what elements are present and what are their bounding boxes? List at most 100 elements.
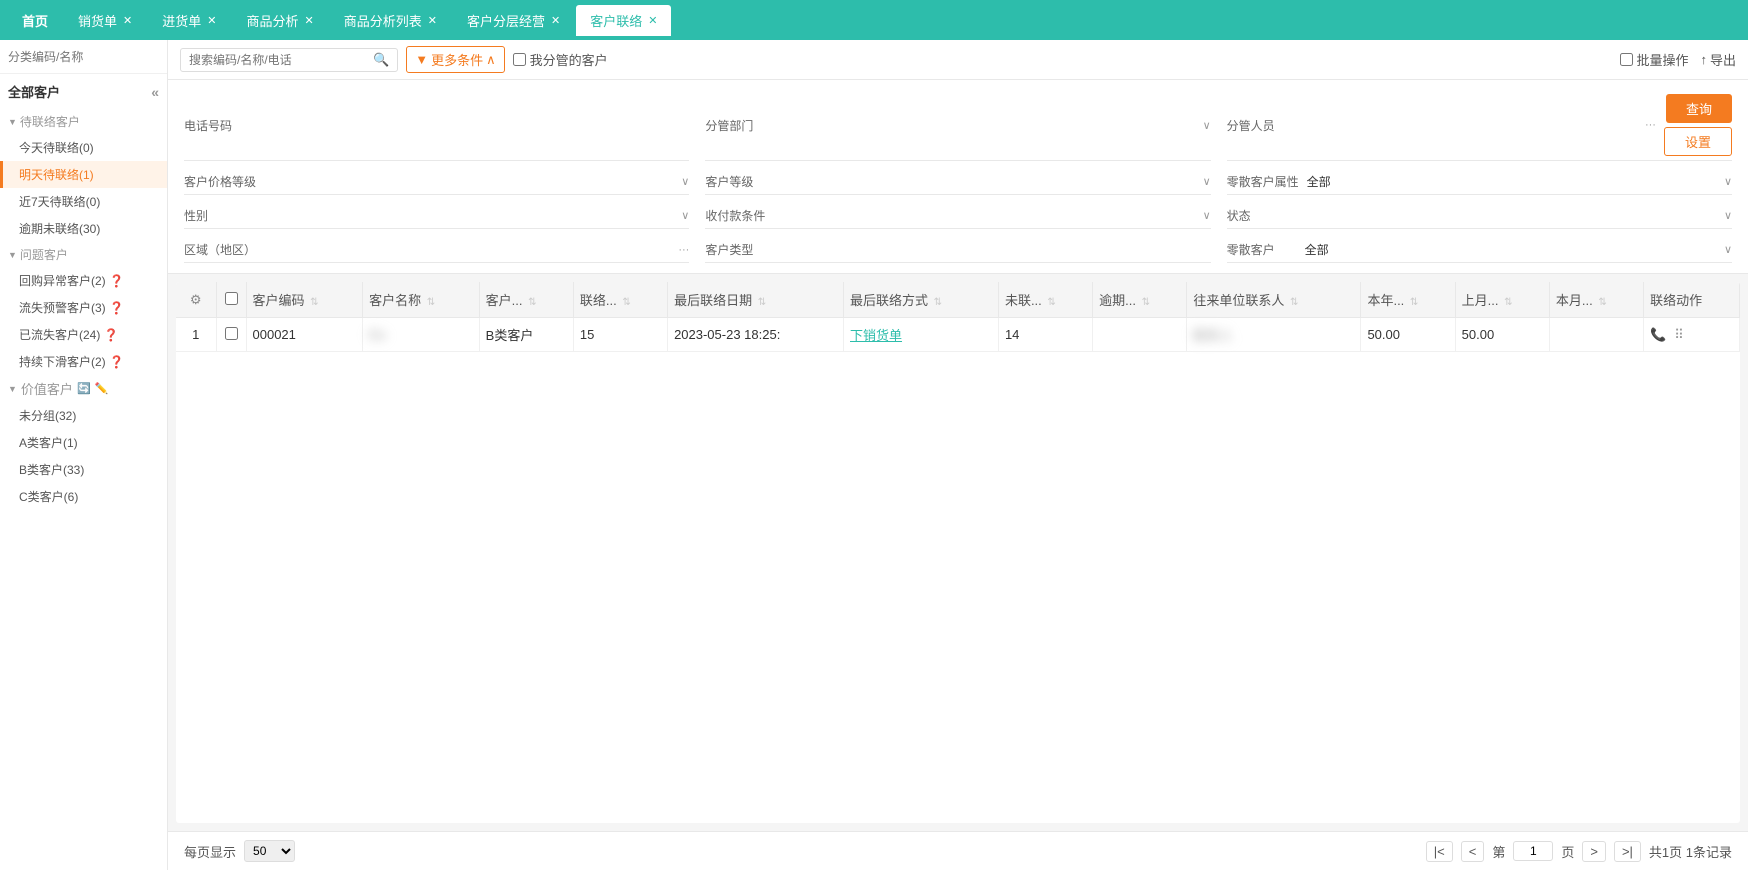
row-not-contacted: 14 [998, 318, 1092, 352]
search-input[interactable] [189, 53, 369, 67]
footer-right: |< < 第 页 > >| 共1页 1条记录 [1426, 841, 1732, 862]
filter-retail-customer-dropdown-icon[interactable]: ∨ [1724, 243, 1732, 256]
sidebar-item-today[interactable]: 今天待联络(0) [0, 134, 167, 161]
col-type-label: 客户... [486, 293, 523, 308]
filter-retail-attr-value[interactable]: 全部 [1307, 173, 1716, 190]
sidebar-item-lost[interactable]: 已流失客户(24) ❓ [0, 321, 167, 348]
nav-purchase[interactable]: 进货单 ✕ [148, 5, 230, 36]
filter-manager-more-icon[interactable]: ··· [1645, 119, 1656, 131]
col-not-contacted-sort-icon[interactable]: ⇅ [1047, 297, 1055, 308]
batch-op-checkbox[interactable] [1620, 53, 1633, 66]
col-this-year: 本年... ⇅ [1361, 282, 1455, 318]
search-icon[interactable]: 🔍 [373, 52, 389, 68]
filter-retail-attr: 零散客户属性 全部 ∨ [1227, 169, 1732, 195]
sidebar-item-c[interactable]: C类客户(6) [0, 483, 167, 510]
col-last-date-sort-icon[interactable]: ⇅ [758, 297, 766, 308]
filter-status-dropdown-icon[interactable]: ∨ [1724, 209, 1732, 222]
filter-dept-dropdown-icon[interactable]: ∨ [1203, 119, 1211, 132]
action-call-icon[interactable]: 📞 [1650, 327, 1666, 343]
col-code-sort-icon[interactable]: ⇅ [310, 297, 318, 308]
nav-goods-analysis-close[interactable]: ✕ [305, 14, 314, 27]
col-overdue-sort-icon[interactable]: ⇅ [1142, 297, 1150, 308]
settings-button[interactable]: 设置 [1664, 127, 1732, 156]
table-settings-gear-icon[interactable]: ⚙ [190, 292, 202, 307]
my-customers-checkbox-area[interactable]: 我分管的客户 [513, 50, 608, 69]
sidebar-item-declining[interactable]: 持续下滑客户(2) ❓ [0, 348, 167, 375]
nav-customer-tier-close[interactable]: ✕ [551, 14, 560, 27]
more-conditions-btn[interactable]: ▼ 更多条件 ∧ [406, 46, 504, 73]
col-type: 客户... ⇅ [479, 282, 573, 318]
nav-goods-analysis[interactable]: 商品分析 ✕ [232, 5, 327, 36]
col-name: 客户名称 ⇅ [363, 282, 480, 318]
col-this-month-sort-icon[interactable]: ⇅ [1598, 297, 1606, 308]
col-last-date: 最后联络日期 ⇅ [668, 282, 844, 318]
row-name[interactable]: Ea [363, 318, 480, 352]
filter-payment-dropdown-icon[interactable]: ∨ [1203, 209, 1211, 222]
col-last-month-sort-icon[interactable]: ⇅ [1504, 297, 1512, 308]
export-btn[interactable]: ↑ 导出 [1700, 50, 1736, 69]
col-this-month-label: 本月... [1556, 293, 1593, 308]
row-company-contact-value: 联系人 [1193, 328, 1232, 343]
col-last-method-label: 最后联络方式 [850, 293, 928, 308]
page-input[interactable] [1513, 841, 1553, 861]
nav-sales-close[interactable]: ✕ [123, 14, 132, 27]
sidebar-item-warning[interactable]: 流失预警客户(3) ❓ [0, 294, 167, 321]
col-contact-count: 联络... ⇅ [573, 282, 667, 318]
nav-customer-contact-close[interactable]: ✕ [648, 14, 657, 27]
nav-purchase-close[interactable]: ✕ [207, 14, 216, 27]
sidebar-item-abnormal[interactable]: 回购异常客户(2) ❓ [0, 267, 167, 294]
nav-customer-contact[interactable]: 客户联络 ✕ [576, 5, 671, 36]
filter-retail-customer-value[interactable]: 全部 [1305, 241, 1716, 258]
sidebar-value-edit-icon[interactable]: ✏️ [95, 382, 109, 395]
page-last-btn[interactable]: >| [1614, 841, 1641, 862]
row-last-method-link[interactable]: 下销货单 [850, 328, 902, 343]
col-last-method: 最后联络方式 ⇅ [844, 282, 999, 318]
filter-customer-level-dropdown-icon[interactable]: ∨ [1203, 175, 1211, 188]
filter-area-more-icon[interactable]: ··· [678, 244, 689, 256]
page-size-select[interactable]: 50 100 200 [244, 840, 295, 862]
total-records: 共1页 1条记录 [1649, 842, 1732, 861]
col-overdue: 逾期... ⇅ [1093, 282, 1187, 318]
table-select-all-checkbox[interactable] [225, 292, 238, 305]
col-name-sort-icon[interactable]: ⇅ [427, 297, 435, 308]
col-contact-count-sort-icon[interactable]: ⇅ [622, 297, 630, 308]
row-this-month [1549, 318, 1643, 352]
query-button[interactable]: 查询 [1666, 94, 1732, 123]
sidebar-collapse-icon[interactable]: « [151, 84, 159, 100]
col-last-method-sort-icon[interactable]: ⇅ [934, 297, 942, 308]
nav-customer-tier[interactable]: 客户分层经营 ✕ [453, 5, 574, 36]
filter-dept-label: 分管部门 [705, 117, 775, 134]
batch-op-btn[interactable]: 批量操作 [1620, 50, 1688, 69]
nav-goods-analysis-list-close[interactable]: ✕ [428, 14, 437, 27]
filter-retail-attr-dropdown-icon[interactable]: ∨ [1724, 175, 1732, 188]
sidebar-item-7days[interactable]: 近7天待联络(0) [0, 188, 167, 215]
sidebar-item-overdue[interactable]: 逾期未联络(30) [0, 215, 167, 242]
page-prev-btn[interactable]: < [1461, 841, 1485, 862]
sidebar-item-tomorrow[interactable]: 明天待联络(1) [0, 161, 167, 188]
sidebar-item-ungrouped[interactable]: 未分组(32) [0, 402, 167, 429]
page-first-btn[interactable]: |< [1426, 841, 1453, 862]
nav-home[interactable]: 首页 [8, 5, 62, 36]
row-checkbox[interactable] [225, 327, 238, 340]
row-code: 000021 [246, 318, 363, 352]
col-this-year-sort-icon[interactable]: ⇅ [1410, 297, 1418, 308]
sidebar-section-pending: 待联络客户 [0, 109, 167, 134]
page-next-btn[interactable]: > [1582, 841, 1606, 862]
sidebar-search-input[interactable] [8, 50, 163, 64]
nav-sales[interactable]: 销货单 ✕ [64, 5, 146, 36]
sidebar-item-a[interactable]: A类客户(1) [0, 429, 167, 456]
nav-goods-analysis-list[interactable]: 商品分析列表 ✕ [330, 5, 451, 36]
filter-gender-dropdown-icon[interactable]: ∨ [681, 209, 689, 222]
filter-price-dropdown-icon[interactable]: ∨ [681, 175, 689, 188]
filter-payment-label: 收付款条件 [705, 207, 775, 224]
page-size-label: 每页显示 [184, 842, 236, 861]
sidebar-all-customers[interactable]: 全部客户 « [0, 74, 167, 109]
filter-phone-label: 电话号码 [184, 117, 254, 134]
my-customers-checkbox[interactable] [513, 53, 526, 66]
action-qr-icon[interactable]: ⠿ [1674, 327, 1684, 343]
row-this-year: 50.00 [1361, 318, 1455, 352]
col-type-sort-icon[interactable]: ⇅ [528, 297, 536, 308]
sidebar-value-refresh-icon[interactable]: 🔄 [77, 382, 91, 395]
sidebar-item-b[interactable]: B类客户(33) [0, 456, 167, 483]
col-company-contact-sort-icon[interactable]: ⇅ [1290, 297, 1298, 308]
